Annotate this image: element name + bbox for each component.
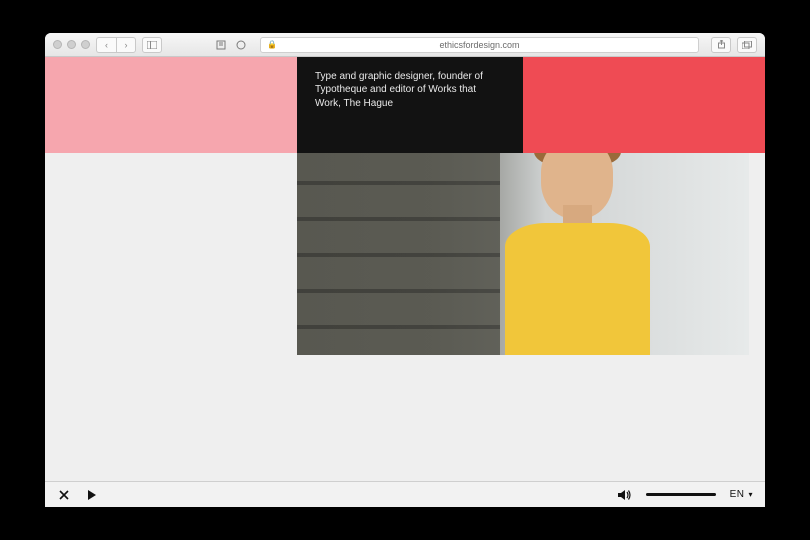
browser-window: ‹ › 🔒 ethicsfordesign.com and designers … (45, 33, 765, 507)
nav-buttons: ‹ › (96, 37, 136, 53)
volume-icon[interactable] (618, 488, 632, 502)
band-segment-red (523, 57, 765, 153)
back-button[interactable]: ‹ (96, 37, 116, 53)
reader-icon[interactable] (214, 38, 228, 52)
chevron-down-icon: ▾ (748, 490, 753, 499)
language-selector[interactable]: EN ▾ (730, 489, 753, 500)
forward-button[interactable]: › (116, 37, 136, 53)
speaker-bio: Type and graphic designer, founder of Ty… (315, 70, 495, 111)
band-segment-pink (45, 57, 297, 153)
volume-slider[interactable] (646, 493, 716, 496)
player-bar: EN ▾ (45, 481, 765, 507)
minimize-window-icon[interactable] (67, 40, 76, 49)
speaker-info: Peter Bil'ak Type and graphic designer, … (297, 57, 523, 153)
browser-chrome: ‹ › 🔒 ethicsfordesign.com (45, 33, 765, 57)
speaker-name: Peter Bil'ak (315, 57, 505, 62)
language-label: EN (730, 489, 745, 500)
share-button[interactable] (711, 37, 731, 53)
maximize-window-icon[interactable] (81, 40, 90, 49)
tabs-button[interactable] (737, 37, 757, 53)
url-text: ethicsfordesign.com (439, 40, 519, 50)
speaker-figure (487, 135, 668, 355)
page-content: and designers think that their work is r… (45, 57, 765, 507)
lock-icon: 🔒 (267, 40, 277, 49)
address-bar[interactable]: 🔒 ethicsfordesign.com (260, 37, 699, 53)
info-band: Peter Bil'ak Type and graphic designer, … (45, 57, 765, 153)
close-button[interactable] (57, 488, 71, 502)
window-controls[interactable] (53, 40, 90, 49)
close-window-icon[interactable] (53, 40, 62, 49)
play-button[interactable] (85, 488, 99, 502)
sidebar-button[interactable] (142, 37, 162, 53)
site-settings-icon[interactable] (234, 38, 248, 52)
